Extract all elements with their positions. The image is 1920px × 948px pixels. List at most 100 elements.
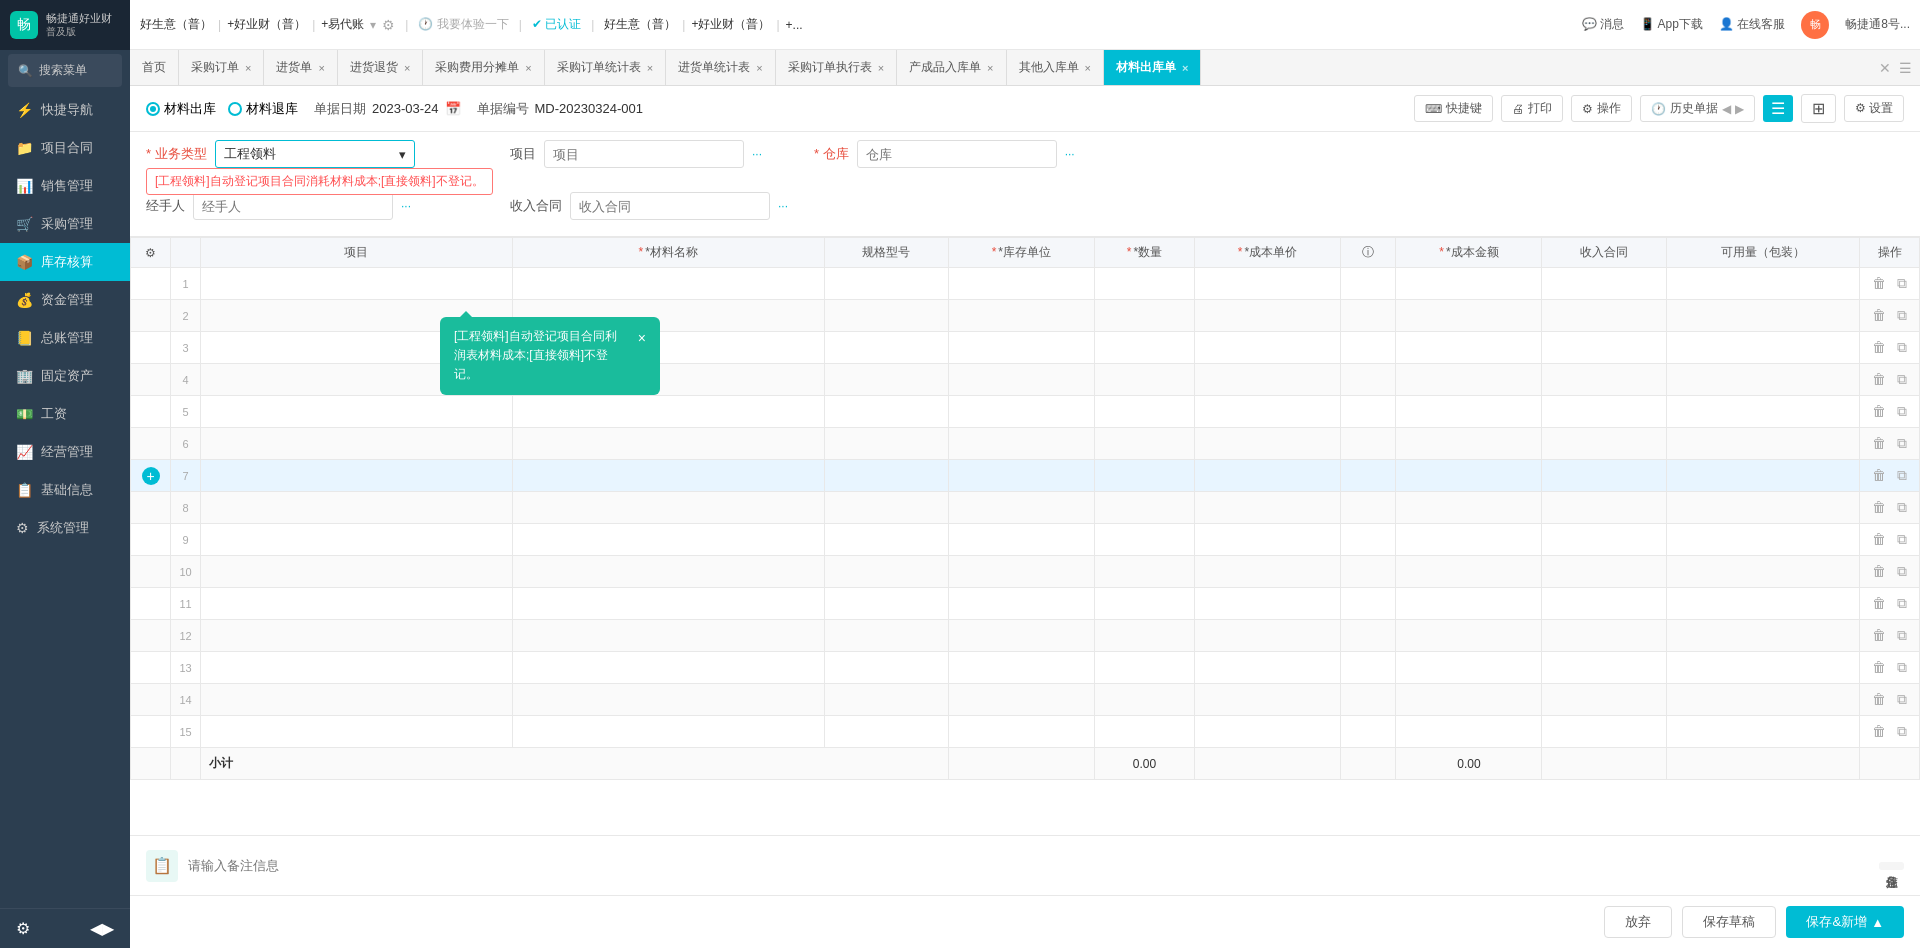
delete-row-btn[interactable]: 🗑 <box>1868 401 1890 421</box>
delete-row-btn[interactable]: 🗑 <box>1868 273 1890 293</box>
sidebar-item-capital[interactable]: 💰 资金管理 <box>0 281 130 319</box>
tooltip-close-button[interactable]: × <box>638 327 646 349</box>
tab-goods-return-close[interactable]: × <box>404 62 410 74</box>
warehouse-input[interactable] <box>857 140 1057 168</box>
topbar-settings-icon[interactable]: ⚙ <box>382 17 395 33</box>
sidebar-item-sales[interactable]: 📊 销售管理 <box>0 167 130 205</box>
discard-button[interactable]: 放弃 <box>1604 906 1672 938</box>
tab-purchase-order-close[interactable]: × <box>245 62 251 74</box>
delete-row-btn[interactable]: 🗑 <box>1868 497 1890 517</box>
topbar-link-5[interactable]: +好业财（普） <box>691 16 770 33</box>
copy-row-btn[interactable]: ⧉ <box>1893 337 1911 358</box>
tab-goods-stat-close[interactable]: × <box>756 62 762 74</box>
copy-row-btn[interactable]: ⧉ <box>1893 625 1911 646</box>
settings-button[interactable]: ⚙ 设置 <box>1844 95 1904 122</box>
save-new-button[interactable]: 保存&新增 ▲ <box>1786 906 1904 938</box>
add-row-button[interactable]: + <box>142 467 160 485</box>
tab-other-in-close[interactable]: × <box>1085 62 1091 74</box>
collapse-icon[interactable]: ◀▶ <box>90 919 114 938</box>
delete-row-btn[interactable]: 🗑 <box>1868 561 1890 581</box>
copy-row-btn[interactable]: ⧉ <box>1893 721 1911 742</box>
delete-row-btn[interactable]: 🗑 <box>1868 657 1890 677</box>
save-new-dropdown-icon[interactable]: ▲ <box>1871 915 1884 930</box>
income-contract-input[interactable] <box>570 192 770 220</box>
delete-row-btn[interactable]: 🗑 <box>1868 369 1890 389</box>
username[interactable]: 畅捷通8号... <box>1845 16 1910 33</box>
operation-button[interactable]: ⚙ 操作 <box>1571 95 1632 122</box>
copy-row-btn[interactable]: ⧉ <box>1893 433 1911 454</box>
sidebar-item-operations[interactable]: 📈 经营管理 <box>0 433 130 471</box>
view-list-icon[interactable]: ☰ <box>1763 95 1793 122</box>
search-menu[interactable]: 🔍 搜索菜单 <box>8 54 122 87</box>
radio-material-out[interactable]: 材料出库 <box>146 100 216 118</box>
sidebar-item-payroll[interactable]: 💵 工资 <box>0 395 130 433</box>
delete-row-btn[interactable]: 🗑 <box>1868 625 1890 645</box>
copy-row-btn[interactable]: ⧉ <box>1893 497 1911 518</box>
save-draft-button[interactable]: 保存草稿 <box>1682 906 1776 938</box>
tab-home[interactable]: 首页 <box>130 50 179 86</box>
tab-purchase-expense[interactable]: 采购费用分摊单 × <box>423 50 544 86</box>
delete-row-btn[interactable]: 🗑 <box>1868 593 1890 613</box>
topbar-link-2[interactable]: +好业财（普） <box>227 16 306 33</box>
sidebar-item-fixed-assets[interactable]: 🏢 固定资产 <box>0 357 130 395</box>
online-service-link[interactable]: 👤 在线客服 <box>1719 16 1785 33</box>
view-grid-icon[interactable]: ⊞ <box>1801 94 1836 123</box>
copy-row-btn[interactable]: ⧉ <box>1893 657 1911 678</box>
topbar-dropdown-icon[interactable]: ▾ <box>370 18 376 32</box>
row7-material-input[interactable] <box>519 469 818 483</box>
col-gear[interactable]: ⚙ <box>131 238 171 268</box>
shortcut-button[interactable]: ⌨ 快捷键 <box>1414 95 1493 122</box>
copy-row-btn[interactable]: ⧉ <box>1893 561 1911 582</box>
copy-row-btn[interactable]: ⧉ <box>1893 593 1911 614</box>
message-link[interactable]: 💬 消息 <box>1582 16 1624 33</box>
sidebar-item-purchase[interactable]: 🛒 采购管理 <box>0 205 130 243</box>
tab-other-in[interactable]: 其他入库单 × <box>1007 50 1104 86</box>
handler-more-icon[interactable]: ··· <box>401 199 411 213</box>
topbar-link-3[interactable]: +易代账 <box>321 16 364 33</box>
tab-material-out-close[interactable]: × <box>1182 62 1188 74</box>
tab-close-current[interactable]: ✕ <box>1879 60 1891 76</box>
project-more-icon[interactable]: ··· <box>752 147 762 161</box>
copy-row-btn[interactable]: ⧉ <box>1893 689 1911 710</box>
history-button[interactable]: 🕐 历史单据 ◀ ▶ <box>1640 95 1755 122</box>
tab-goods-stat[interactable]: 进货单统计表 × <box>666 50 775 86</box>
tab-goods-receipt[interactable]: 进货单 × <box>264 50 337 86</box>
tab-finished-goods-close[interactable]: × <box>987 62 993 74</box>
tab-material-out[interactable]: 材料出库单 × <box>1104 50 1201 86</box>
tab-purchase-stat[interactable]: 采购订单统计表 × <box>545 50 666 86</box>
radio-material-return[interactable]: 材料退库 <box>228 100 298 118</box>
topbar-link-4[interactable]: 好生意（普） <box>604 16 676 33</box>
delete-row-btn[interactable]: 🗑 <box>1868 721 1890 741</box>
handler-input[interactable] <box>193 192 393 220</box>
tab-finished-goods[interactable]: 产成品入库单 × <box>897 50 1006 86</box>
topbar-link-more[interactable]: +... <box>786 18 803 32</box>
delete-row-btn[interactable]: 🗑 <box>1868 465 1890 485</box>
nav-next-icon[interactable]: ▶ <box>1735 102 1744 116</box>
settings-icon[interactable]: ⚙ <box>16 919 30 938</box>
app-download-link[interactable]: 📱 App下载 <box>1640 16 1703 33</box>
business-type-select[interactable]: 工程领料 ▾ <box>215 140 415 168</box>
print-button[interactable]: 🖨 打印 <box>1501 95 1563 122</box>
delete-row-btn[interactable]: 🗑 <box>1868 689 1890 709</box>
sidebar-item-system[interactable]: ⚙ 系统管理 <box>0 509 130 547</box>
sidebar-item-project-contract[interactable]: 📁 项目合同 <box>0 129 130 167</box>
sidebar-item-inventory[interactable]: 📦 库存核算 <box>0 243 130 281</box>
calendar-icon[interactable]: 📅 <box>445 101 461 116</box>
copy-row-btn[interactable]: ⧉ <box>1893 529 1911 550</box>
sidebar-item-base-info[interactable]: 📋 基础信息 <box>0 471 130 509</box>
delete-row-btn[interactable]: 🗑 <box>1868 433 1890 453</box>
tab-purchase-order[interactable]: 采购订单 × <box>179 50 264 86</box>
tab-purchase-exec-close[interactable]: × <box>878 62 884 74</box>
tab-purchase-stat-close[interactable]: × <box>647 62 653 74</box>
copy-row-btn[interactable]: ⧉ <box>1893 465 1911 486</box>
delete-row-btn[interactable]: 🗑 <box>1868 337 1890 357</box>
delete-row-btn[interactable]: 🗑 <box>1868 529 1890 549</box>
tab-purchase-exec[interactable]: 采购订单执行表 × <box>776 50 897 86</box>
note-input[interactable] <box>188 858 1869 873</box>
tab-goods-receipt-close[interactable]: × <box>318 62 324 74</box>
sidebar-item-accounting[interactable]: 📒 总账管理 <box>0 319 130 357</box>
topbar-experience[interactable]: 🕐 我要体验一下 <box>418 16 508 33</box>
delete-row-btn[interactable]: 🗑 <box>1868 305 1890 325</box>
copy-row-btn[interactable]: ⧉ <box>1893 273 1911 294</box>
nav-prev-icon[interactable]: ◀ <box>1722 102 1731 116</box>
